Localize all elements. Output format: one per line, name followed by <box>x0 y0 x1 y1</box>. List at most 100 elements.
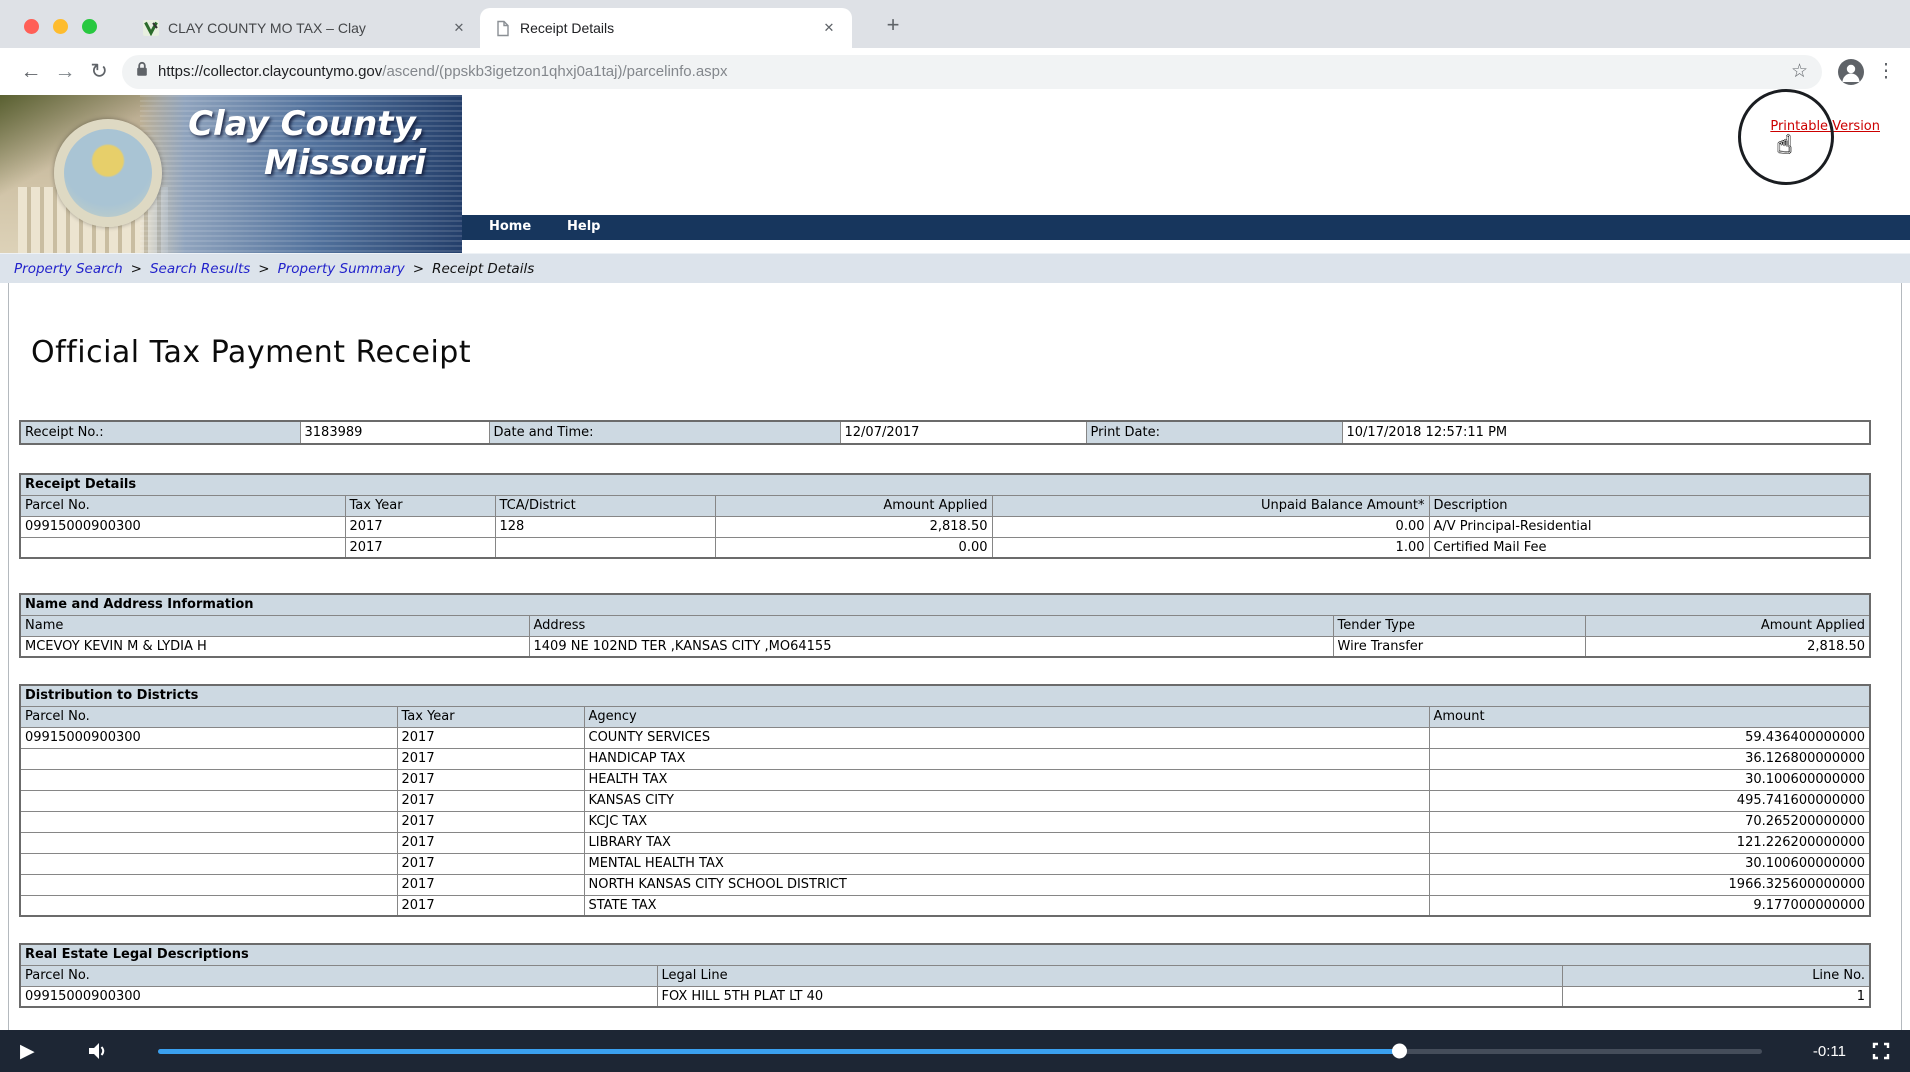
tab-title: CLAY COUNTY MO TAX – Clay <box>168 20 366 36</box>
volume-icon[interactable] <box>88 1042 114 1060</box>
legal-descriptions-table: Real Estate Legal Descriptions Parcel No.… <box>19 943 1871 1008</box>
table-row: 2017 LIBRARY TAX 121.226200000000 <box>19 831 1871 854</box>
video-player-bar: ▶ -0:11 <box>0 1030 1910 1072</box>
hand-cursor-icon: ☝ <box>1777 130 1793 159</box>
column-header-cell: Name <box>19 614 530 637</box>
receipt-page: Official Tax Payment Receipt Receipt No.… <box>8 283 1902 1030</box>
data-cell: 1966.325600000000 <box>1428 873 1871 896</box>
breadcrumb-item[interactable]: Search Results <box>150 261 250 277</box>
nav-help-link[interactable]: Help <box>567 219 600 234</box>
window-controls <box>24 19 97 34</box>
data-cell: 70.265200000000 <box>1428 810 1871 833</box>
banner-title-line1: Clay County, <box>188 104 426 144</box>
nav-home-link[interactable]: Home <box>489 219 531 234</box>
column-header-row: Parcel No. Legal Line Line No. <box>19 964 1871 987</box>
data-cell <box>19 831 398 854</box>
data-cell: NORTH KANSAS CITY SCHOOL DISTRICT <box>583 873 1430 896</box>
section-title-row: Receipt Details <box>19 473 1871 496</box>
info-label-cell: Date and Time: <box>488 420 841 445</box>
data-cell <box>19 536 346 559</box>
page-title: Official Tax Payment Receipt <box>31 335 472 370</box>
table-row: 09915000900300 2017 128 2,818.50 0.00 A/V Pri… <box>19 515 1871 538</box>
section-title: Real Estate Legal Descriptions <box>19 943 1871 966</box>
column-header-cell: Address <box>528 614 1334 637</box>
section-title: Name and Address Information <box>19 593 1871 616</box>
name-address-table: Name and Address Information Name Address T… <box>19 593 1871 658</box>
data-cell <box>19 852 398 875</box>
play-button[interactable]: ▶ <box>20 1040 46 1063</box>
seek-progress <box>158 1048 1400 1054</box>
banner-title: Clay County, Missouri <box>188 105 426 183</box>
column-header-row: Parcel No. Tax Year Agency Amount <box>19 705 1871 728</box>
browser-toolbar: ← → ↻ https://collector.claycountymo.gov… <box>0 48 1910 95</box>
data-cell: 9.177000000000 <box>1428 894 1871 917</box>
data-cell: COUNTY SERVICES <box>583 726 1430 749</box>
breadcrumb-item[interactable]: Property Search <box>14 261 123 277</box>
breadcrumb-item[interactable]: Property Summary <box>278 261 405 277</box>
info-label-cell: Print Date: <box>1085 420 1343 445</box>
table-row: 2017 NORTH KANSAS CITY SCHOOL DISTRICT 196… <box>19 873 1871 896</box>
bookmark-star-icon[interactable]: ☆ <box>1791 60 1808 83</box>
back-icon[interactable]: ← <box>14 60 48 84</box>
data-cell <box>494 536 716 559</box>
info-value-cell: 12/07/2017 <box>839 420 1087 445</box>
close-tab-icon[interactable]: ✕ <box>450 20 468 36</box>
info-value-cell: 3183989 <box>299 420 490 445</box>
clay-county-banner: Clay County, Missouri <box>0 95 462 253</box>
data-cell: 30.100600000000 <box>1428 852 1871 875</box>
table-row: Receipt No.: 3183989 Date and Time: 12/07/2… <box>19 420 1871 445</box>
seek-bar[interactable] <box>158 1043 1762 1059</box>
tab-clay-county-mo-tax[interactable]: CLAY COUNTY MO TAX – Clay ✕ <box>130 8 480 48</box>
data-cell: STATE TAX <box>583 894 1430 917</box>
section-title-row: Name and Address Information <box>19 593 1871 616</box>
data-cell: HEALTH TAX <box>583 768 1430 791</box>
data-cell: 128 <box>494 515 716 538</box>
table-row: 2017 KCJC TAX 70.265200000000 <box>19 810 1871 833</box>
minimize-window-button[interactable] <box>53 19 68 34</box>
data-cell: 09915000900300 <box>19 985 658 1008</box>
data-cell: 1 <box>1561 985 1871 1008</box>
tab-title: Receipt Details <box>520 20 615 36</box>
document-favicon <box>494 19 512 37</box>
column-header-cell: Legal Line <box>656 964 1563 987</box>
seek-thumb[interactable] <box>1392 1043 1408 1059</box>
data-cell: A/V Principal-Residential <box>1428 515 1871 538</box>
column-header-cell: Amount <box>1428 705 1871 728</box>
reload-icon[interactable]: ↻ <box>82 59 116 84</box>
column-header-cell: Tender Type <box>1332 614 1586 637</box>
data-cell <box>19 789 398 812</box>
breadcrumb-separator: > <box>412 260 425 277</box>
data-cell: 09915000900300 <box>19 726 398 749</box>
data-cell: KCJC TAX <box>583 810 1430 833</box>
browser-tab-bar: CLAY COUNTY MO TAX – Clay ✕ Receipt Deta… <box>0 0 1910 48</box>
new-tab-button[interactable]: + <box>880 12 906 38</box>
profile-avatar[interactable] <box>1838 58 1864 85</box>
data-cell: 2017 <box>396 726 585 749</box>
browser-menu-icon[interactable]: ⋮ <box>1876 60 1896 83</box>
data-cell: 2017 <box>344 515 496 538</box>
data-cell: 30.100600000000 <box>1428 768 1871 791</box>
url-path: /ascend/(ppskb3igetzon1qhxj0a1taj)/parce… <box>382 63 728 80</box>
tab-receipt-details[interactable]: Receipt Details ✕ <box>480 8 852 48</box>
column-header-cell: Parcel No. <box>19 494 346 517</box>
forward-icon[interactable]: → <box>48 60 82 84</box>
breadcrumb-item: Receipt Details <box>432 260 535 277</box>
address-bar[interactable]: https://collector.claycountymo.gov/ascen… <box>122 54 1822 89</box>
section-title: Distribution to Districts <box>19 684 1871 707</box>
close-tab-icon[interactable]: ✕ <box>820 20 838 36</box>
data-cell: KANSAS CITY <box>583 789 1430 812</box>
data-cell: 2,818.50 <box>714 515 993 538</box>
time-remaining: -0:11 <box>1812 1042 1846 1060</box>
clay-county-favicon <box>142 19 160 37</box>
data-cell: 2,818.50 <box>1584 635 1871 658</box>
column-header-cell: Agency <box>583 705 1430 728</box>
zoom-window-button[interactable] <box>82 19 97 34</box>
distribution-table: Distribution to Districts Parcel No. Tax Y… <box>19 684 1871 917</box>
column-header-cell: Parcel No. <box>19 705 398 728</box>
data-cell <box>19 768 398 791</box>
data-cell <box>19 747 398 770</box>
fullscreen-icon[interactable] <box>1872 1042 1890 1060</box>
column-header-cell: Amount Applied <box>1584 614 1871 637</box>
close-window-button[interactable] <box>24 19 39 34</box>
data-cell: 2017 <box>396 894 585 917</box>
